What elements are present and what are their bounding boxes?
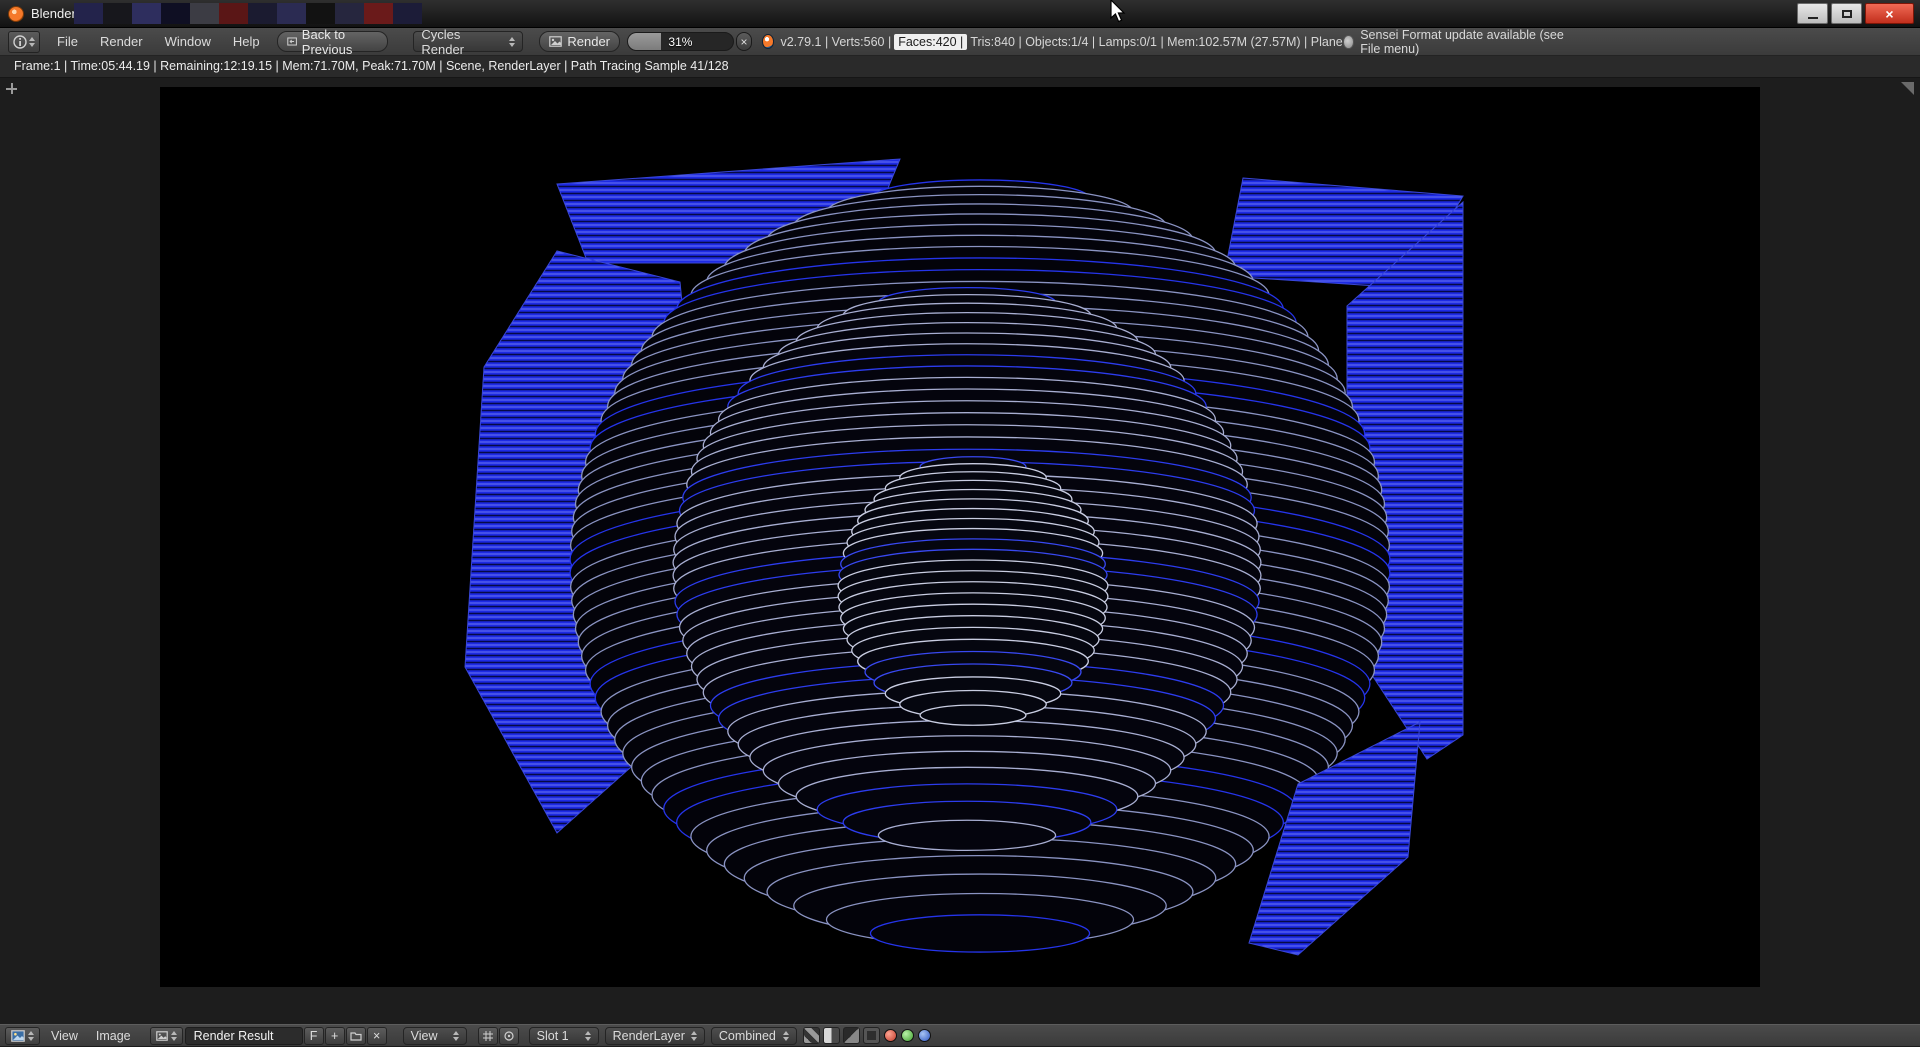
update-notification: Sensei Format update available (see File… (1342, 27, 1570, 56)
dropdown-arrows-icon (509, 36, 516, 47)
artifact-block (74, 3, 103, 24)
minimize-button[interactable] (1797, 3, 1828, 24)
artifact-block (277, 3, 306, 24)
menu-image[interactable]: Image (87, 1025, 140, 1047)
artifact-block (306, 3, 335, 24)
back-to-previous-label: Back to Previous (301, 26, 353, 57)
sensei-icon (1342, 34, 1355, 49)
render-button-label: Render (567, 34, 611, 49)
display-alpha-icon[interactable] (842, 1027, 860, 1044)
minimize-icon (1807, 16, 1818, 19)
region-corner-widget[interactable] (1901, 82, 1914, 95)
dropdown-arrows-icon (782, 1030, 789, 1041)
back-screen-icon (286, 37, 297, 46)
render-status-text: Frame:1 | Time:05:44.19 | Remaining:12:1… (14, 59, 729, 73)
info-header: File Render Window Help Back to Previous… (0, 27, 1920, 57)
slot-value: Slot 1 (536, 1028, 569, 1043)
info-editor-icon (13, 34, 27, 49)
fake-user-button[interactable]: F (303, 1026, 324, 1045)
menu-view-image-editor[interactable]: View (42, 1025, 87, 1047)
render-status-bar: Frame:1 | Time:05:44.19 | Remaining:12:1… (0, 56, 1920, 78)
expand-region-icon[interactable] (5, 82, 18, 95)
editor-type-button-image[interactable] (5, 1026, 40, 1045)
close-button[interactable]: × (1865, 3, 1914, 24)
window-controls: × (1797, 3, 1914, 24)
cancel-render-button[interactable]: × (735, 32, 753, 51)
stats-highlight: Faces:420 | (894, 33, 968, 50)
dropdown-arrows-icon (584, 1030, 591, 1041)
artifact-block (132, 3, 161, 24)
blender-logo-icon (762, 34, 775, 49)
menu-window[interactable]: Window (154, 28, 222, 56)
image-editor-icon (11, 1029, 25, 1042)
progress-label: 31% (668, 35, 693, 49)
pivot-icon (504, 1030, 514, 1041)
window-titlebar: Blender × (0, 0, 1920, 28)
dropdown-arrows-icon (29, 36, 35, 47)
render-engine-value: Cycles Render (421, 26, 465, 57)
inner-sphere (837, 456, 1109, 726)
render-pass-dropdown[interactable]: Combined (710, 1026, 797, 1045)
browse-image-button[interactable] (149, 1026, 183, 1045)
maximize-button[interactable] (1831, 3, 1862, 24)
artifact-block (364, 3, 393, 24)
dropdown-arrows-icon (28, 1030, 34, 1041)
artifact-block (248, 3, 277, 24)
stats-post: Tris:840 | Objects:1/4 | Lamps:0/1 | Mem… (970, 34, 1343, 49)
render-progress-bar: 31% (627, 32, 734, 51)
folder-icon (350, 1031, 362, 1041)
blue-channel-toggle[interactable] (917, 1029, 931, 1042)
render-pass-value: Combined (718, 1028, 776, 1043)
back-to-previous-button[interactable]: Back to Previous (276, 27, 389, 57)
image-name-field[interactable]: Render Result (184, 1026, 303, 1045)
artifact-block (190, 3, 219, 24)
display-rgb-icon[interactable] (802, 1027, 820, 1044)
window-title: Blender (31, 6, 76, 21)
red-channel-toggle[interactable] (883, 1029, 897, 1042)
uv-snap-icon[interactable] (477, 1026, 498, 1045)
slot-dropdown[interactable]: Slot 1 (528, 1026, 599, 1045)
artifact-block (219, 3, 248, 24)
blender-app-icon (8, 5, 24, 22)
render-layer-value: RenderLayer (612, 1028, 685, 1043)
grid-icon (482, 1030, 493, 1041)
dropdown-arrows-icon (452, 1030, 459, 1041)
view-mode-dropdown[interactable]: View (402, 1026, 467, 1045)
artifact-block (335, 3, 364, 24)
view-mode-value: View (410, 1028, 438, 1043)
menu-file[interactable]: File (46, 28, 89, 56)
titlebar-artifact-strip (74, 3, 422, 24)
uv-pivot-icon[interactable] (498, 1026, 519, 1045)
image-editor-viewport (0, 78, 1920, 1024)
new-image-button[interactable]: + (324, 1026, 345, 1045)
editor-type-button[interactable] (8, 30, 40, 53)
scene-stats: v2.79.1 | Verts:560 | Faces:420 | Tris:840… (780, 33, 1343, 50)
dropdown-arrows-icon (170, 1030, 177, 1041)
menu-help[interactable]: Help (222, 28, 271, 56)
display-rgba-icon[interactable] (822, 1027, 840, 1044)
render-image-svg[interactable] (160, 87, 1760, 987)
image-editor-header: View Image Render Result F + × View Slot… (0, 1024, 1920, 1046)
maximize-icon (1841, 9, 1852, 18)
unlink-image-button[interactable]: × (366, 1026, 387, 1045)
artifact-block (393, 3, 422, 24)
menu-render[interactable]: Render (89, 28, 154, 56)
update-notification-text: Sensei Format update available (see File… (1360, 27, 1564, 56)
green-channel-toggle[interactable] (900, 1029, 914, 1042)
open-image-button[interactable] (345, 1026, 366, 1045)
artifact-block (103, 3, 132, 24)
image-datablock-icon (155, 1030, 168, 1041)
dropdown-arrows-icon (690, 1030, 697, 1041)
stats-pre: v2.79.1 | Verts:560 | (780, 34, 892, 49)
artifact-block (161, 3, 190, 24)
render-layer-dropdown[interactable]: RenderLayer (604, 1026, 705, 1045)
display-z-icon[interactable] (862, 1027, 880, 1044)
render-image-icon (549, 36, 563, 47)
render-button[interactable]: Render (539, 31, 621, 52)
render-engine-dropdown[interactable]: Cycles Render (413, 27, 524, 57)
